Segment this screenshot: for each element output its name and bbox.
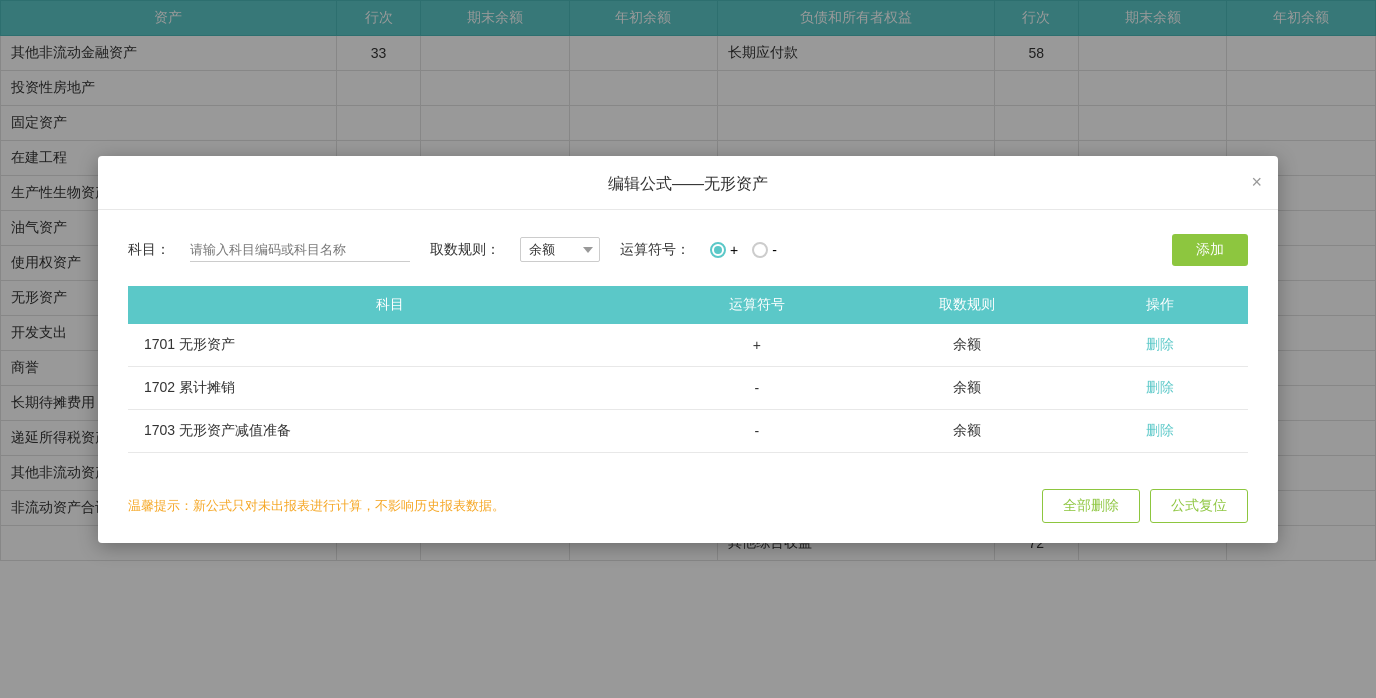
rule-label: 取数规则： <box>430 241 500 259</box>
hint-text: 温馨提示：新公式只对未出报表进行计算，不影响历史报表数据。 <box>128 497 505 515</box>
operator-minus-radio[interactable]: - <box>752 242 777 258</box>
delete-row-2-button[interactable]: 删除 <box>1146 422 1174 440</box>
list-item: 1702 累计摊销 - 余额 删除 <box>128 366 1248 409</box>
table-col-action: 操作 <box>1073 286 1248 324</box>
delete-all-button[interactable]: 全部删除 <box>1042 489 1140 523</box>
radio-minus-circle <box>752 242 768 258</box>
operator-plus-radio[interactable]: + <box>710 242 738 258</box>
operator-radio-group: + - <box>710 242 777 258</box>
modal-footer: 温馨提示：新公式只对未出报表进行计算，不影响历史报表数据。 全部删除 公式复位 <box>98 473 1278 543</box>
operator-plus-label: + <box>730 242 738 258</box>
modal-header: 编辑公式——无形资产 × <box>98 156 1278 210</box>
formula-operator-0: + <box>652 324 863 367</box>
reset-formula-button[interactable]: 公式复位 <box>1150 489 1248 523</box>
rule-select[interactable]: 余额 借方 贷方 <box>520 237 600 262</box>
formula-operator-1: - <box>652 366 863 409</box>
list-item: 1701 无形资产 + 余额 删除 <box>128 324 1248 367</box>
list-item: 1703 无形资产减值准备 - 余额 删除 <box>128 409 1248 452</box>
table-col-subject: 科目 <box>128 286 652 324</box>
formula-table: 科目 运算符号 取数规则 操作 1701 无形资产 + 余额 删除 1702 累… <box>128 286 1248 453</box>
formula-rule-0: 余额 <box>862 324 1073 367</box>
table-col-rule: 取数规则 <box>862 286 1073 324</box>
formula-action-1: 删除 <box>1073 366 1248 409</box>
formula-rule-2: 余额 <box>862 409 1073 452</box>
formula-action-0: 删除 <box>1073 324 1248 367</box>
formula-subject-0: 1701 无形资产 <box>128 324 652 367</box>
formula-action-2: 删除 <box>1073 409 1248 452</box>
subject-input[interactable] <box>190 238 410 262</box>
operator-label: 运算符号： <box>620 241 690 259</box>
delete-row-1-button[interactable]: 删除 <box>1146 379 1174 397</box>
formula-rule-1: 余额 <box>862 366 1073 409</box>
subject-label: 科目： <box>128 241 170 259</box>
delete-row-0-button[interactable]: 删除 <box>1146 336 1174 354</box>
modal-overlay: 编辑公式——无形资产 × 科目： 取数规则： 余额 借方 贷方 运算符号： <box>0 0 1376 698</box>
add-button[interactable]: 添加 <box>1172 234 1248 266</box>
formula-subject-1: 1702 累计摊销 <box>128 366 652 409</box>
modal-title: 编辑公式——无形资产 <box>608 175 768 192</box>
form-row: 科目： 取数规则： 余额 借方 贷方 运算符号： + <box>128 234 1248 266</box>
footer-buttons: 全部删除 公式复位 <box>1042 489 1248 523</box>
formula-subject-2: 1703 无形资产减值准备 <box>128 409 652 452</box>
radio-plus-circle <box>710 242 726 258</box>
edit-formula-modal: 编辑公式——无形资产 × 科目： 取数规则： 余额 借方 贷方 运算符号： <box>98 156 1278 543</box>
modal-body: 科目： 取数规则： 余额 借方 贷方 运算符号： + <box>98 210 1278 473</box>
rule-select-group: 余额 借方 贷方 <box>520 237 600 262</box>
operator-minus-label: - <box>772 242 777 258</box>
modal-close-button[interactable]: × <box>1251 173 1262 191</box>
table-col-operator: 运算符号 <box>652 286 863 324</box>
formula-operator-2: - <box>652 409 863 452</box>
